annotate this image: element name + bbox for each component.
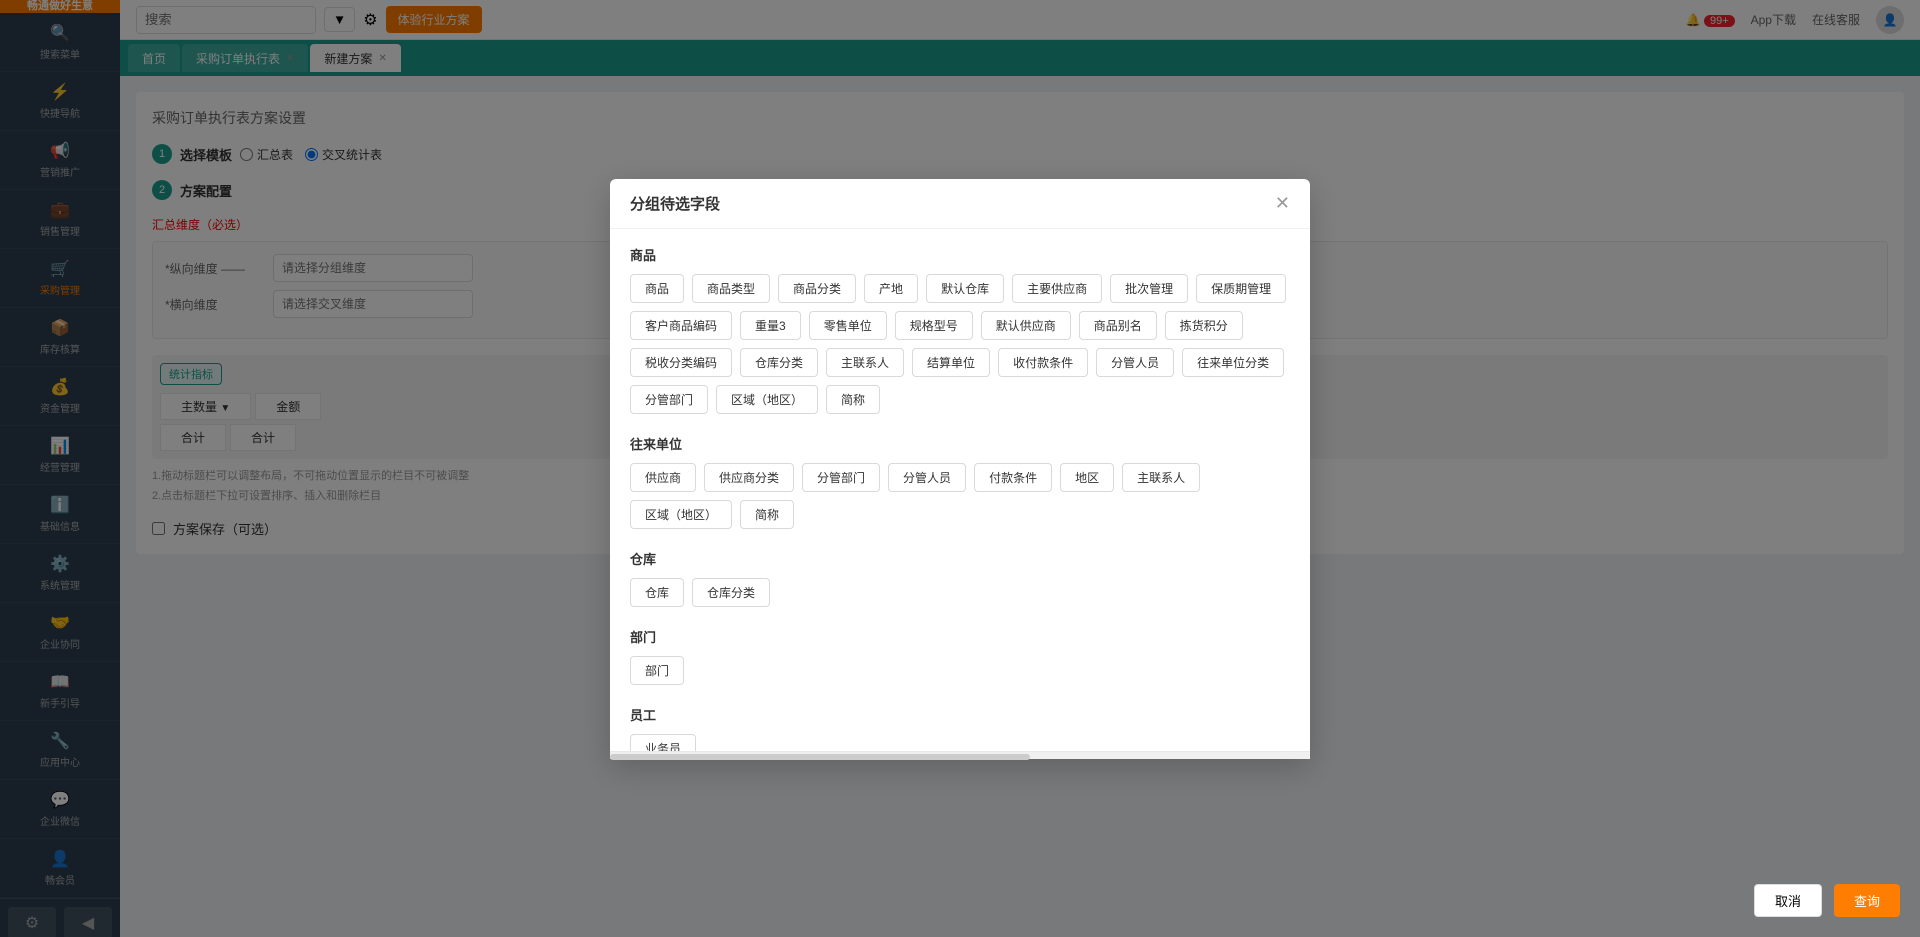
field-tags-4: 业务员 — [630, 734, 1290, 751]
modal-scrollbar-thumb — [610, 754, 1030, 760]
field-tag-1-7[interactable]: 区域（地区） — [630, 500, 732, 529]
field-tag-0-22[interactable]: 分管部门 — [630, 385, 708, 414]
field-tag-1-5[interactable]: 地区 — [1060, 463, 1114, 492]
modal-close-btn[interactable]: ✕ — [1275, 193, 1290, 214]
field-group-0: 商品商品商品类型商品分类产地默认仓库主要供应商批次管理保质期管理客户商品编码重量… — [630, 245, 1290, 414]
bottom-confirm-btn[interactable]: 查询 — [1834, 884, 1900, 917]
field-tag-1-4[interactable]: 付款条件 — [974, 463, 1052, 492]
field-tags-3: 部门 — [630, 656, 1290, 685]
field-tag-3-0[interactable]: 部门 — [630, 656, 684, 685]
field-tags-0: 商品商品类型商品分类产地默认仓库主要供应商批次管理保质期管理客户商品编码重量3 零… — [630, 274, 1290, 414]
field-group-4: 员工业务员 — [630, 705, 1290, 751]
field-tag-0-9[interactable]: 重量3 — [740, 311, 801, 340]
field-tag-0-17[interactable]: 主联系人 — [826, 348, 904, 377]
field-tag-1-6[interactable]: 主联系人 — [1122, 463, 1200, 492]
field-tags-2: 仓库仓库分类 — [630, 578, 1290, 607]
field-tags-1: 供应商供应商分类分管部门分管人员付款条件地区主联系人区域（地区） 简称 — [630, 463, 1290, 529]
field-group-3: 部门部门 — [630, 627, 1290, 685]
field-tag-0-20[interactable]: 分管人员 — [1096, 348, 1174, 377]
field-tag-0-14[interactable]: 拣货积分 — [1165, 311, 1243, 340]
field-tag-0-18[interactable]: 结算单位 — [912, 348, 990, 377]
field-tag-1-0[interactable]: 供应商 — [630, 463, 696, 492]
field-tag-1-2[interactable]: 分管部门 — [802, 463, 880, 492]
field-group-2: 仓库仓库仓库分类 — [630, 549, 1290, 607]
modal-scrollbar — [610, 751, 1310, 759]
field-tag-0-16[interactable]: 仓库分类 — [740, 348, 818, 377]
field-group-title-1: 往来单位 — [630, 434, 1290, 453]
field-tag-0-13[interactable]: 商品别名 — [1079, 311, 1157, 340]
field-tag-0-10[interactable]: 零售单位 — [809, 311, 887, 340]
field-tag-0-23[interactable]: 区域（地区） — [716, 385, 818, 414]
field-tag-1-3[interactable]: 分管人员 — [888, 463, 966, 492]
field-tag-4-0[interactable]: 业务员 — [630, 734, 696, 751]
field-tag-1-1[interactable]: 供应商分类 — [704, 463, 794, 492]
field-tag-2-1[interactable]: 仓库分类 — [692, 578, 770, 607]
field-tag-1-8[interactable]: 简称 — [740, 500, 794, 529]
field-group-title-2: 仓库 — [630, 549, 1290, 568]
field-tag-0-3[interactable]: 产地 — [864, 274, 918, 303]
field-tag-0-12[interactable]: 默认供应商 — [981, 311, 1071, 340]
field-tag-0-24[interactable]: 简称 — [826, 385, 880, 414]
field-group-1: 往来单位供应商供应商分类分管部门分管人员付款条件地区主联系人区域（地区） 简称 — [630, 434, 1290, 529]
field-tag-2-0[interactable]: 仓库 — [630, 578, 684, 607]
field-tag-0-7[interactable]: 保质期管理 — [1196, 274, 1286, 303]
field-tag-0-6[interactable]: 批次管理 — [1110, 274, 1188, 303]
field-tag-0-1[interactable]: 商品类型 — [692, 274, 770, 303]
field-tag-0-4[interactable]: 默认仓库 — [926, 274, 1004, 303]
field-tag-0-15[interactable]: 税收分类编码 — [630, 348, 732, 377]
modal-header: 分组待选字段 ✕ — [610, 179, 1310, 229]
field-tag-0-0[interactable]: 商品 — [630, 274, 684, 303]
field-group-title-3: 部门 — [630, 627, 1290, 646]
field-tag-0-11[interactable]: 规格型号 — [895, 311, 973, 340]
modal-title: 分组待选字段 — [630, 193, 720, 214]
field-tag-0-5[interactable]: 主要供应商 — [1012, 274, 1102, 303]
field-tag-0-19[interactable]: 收付款条件 — [998, 348, 1088, 377]
bottom-cancel-btn[interactable]: 取消 — [1754, 884, 1822, 917]
modal-body[interactable]: 商品商品商品类型商品分类产地默认仓库主要供应商批次管理保质期管理客户商品编码重量… — [610, 229, 1310, 751]
modal-overlay[interactable]: 分组待选字段 ✕ 商品商品商品类型商品分类产地默认仓库主要供应商批次管理保质期管… — [0, 0, 1920, 937]
field-tag-0-2[interactable]: 商品分类 — [778, 274, 856, 303]
field-group-title-0: 商品 — [630, 245, 1290, 264]
field-tag-0-21[interactable]: 往来单位分类 — [1182, 348, 1284, 377]
field-group-title-4: 员工 — [630, 705, 1290, 724]
modal: 分组待选字段 ✕ 商品商品商品类型商品分类产地默认仓库主要供应商批次管理保质期管… — [610, 179, 1310, 759]
field-tag-0-8[interactable]: 客户商品编码 — [630, 311, 732, 340]
